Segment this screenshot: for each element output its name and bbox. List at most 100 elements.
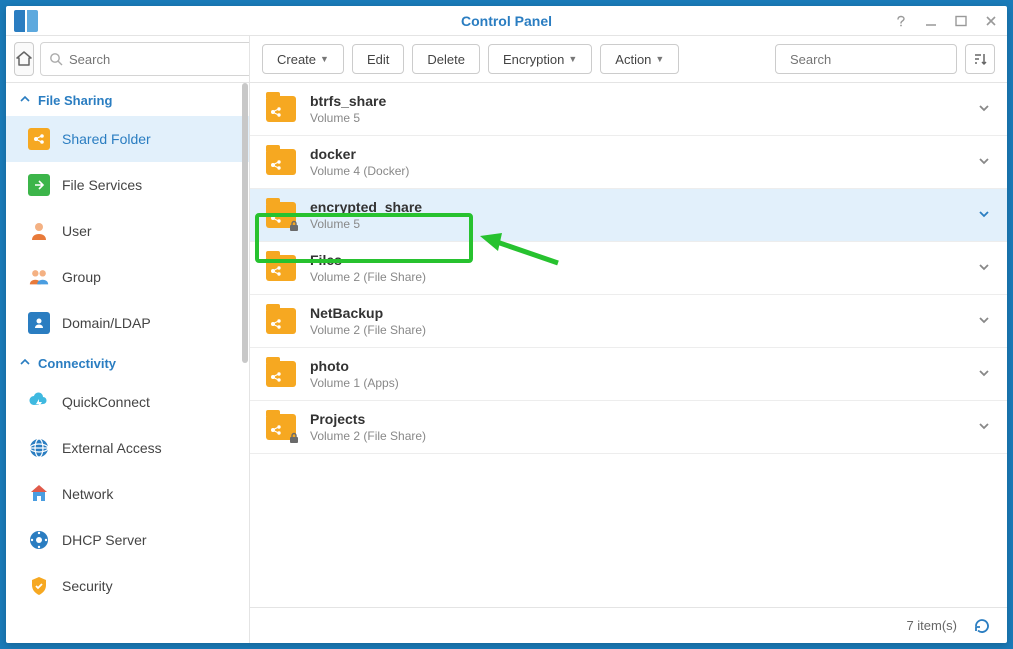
folder-volume: Volume 2 (File Share) bbox=[310, 270, 977, 284]
item-count: 7 item(s) bbox=[906, 618, 957, 633]
share-badge-icon bbox=[269, 423, 283, 437]
folder-name: docker bbox=[310, 146, 977, 162]
delete-button[interactable]: Delete bbox=[412, 44, 480, 74]
home-button[interactable] bbox=[14, 42, 34, 76]
chevron-down-icon[interactable] bbox=[977, 260, 991, 277]
edit-button[interactable]: Edit bbox=[352, 44, 404, 74]
share-badge-icon bbox=[269, 211, 283, 225]
share-badge-icon bbox=[269, 105, 283, 119]
chevron-down-icon[interactable] bbox=[977, 207, 991, 224]
domain-ldap-icon bbox=[28, 312, 50, 334]
home-icon bbox=[15, 50, 33, 68]
refresh-icon bbox=[973, 617, 991, 635]
folder-row[interactable]: docker Volume 4 (Docker) bbox=[250, 136, 1007, 189]
quickconnect-icon bbox=[28, 391, 50, 413]
user-icon bbox=[28, 220, 50, 242]
section-file-sharing[interactable]: File Sharing bbox=[6, 83, 249, 116]
maximize-icon[interactable] bbox=[953, 13, 969, 29]
sidebar-item-label: Group bbox=[62, 269, 101, 285]
sidebar-item-label: Domain/LDAP bbox=[62, 315, 151, 331]
folder-icon bbox=[266, 255, 296, 281]
folder-list: btrfs_shareVolume 5dockerVolume 4 (Docke… bbox=[250, 83, 1007, 607]
control-panel-window: Control Panel bbox=[6, 6, 1007, 643]
refresh-button[interactable] bbox=[971, 615, 993, 637]
filter-input[interactable] bbox=[790, 52, 966, 67]
folder-name: btrfs_share bbox=[310, 93, 977, 109]
chevron-down-icon[interactable] bbox=[977, 366, 991, 383]
chevron-down-icon[interactable] bbox=[977, 154, 991, 171]
external-access-icon bbox=[28, 437, 50, 459]
create-button[interactable]: Create▼ bbox=[262, 44, 344, 74]
sidebar-item-label: Network bbox=[62, 486, 113, 502]
sort-icon bbox=[972, 51, 988, 67]
sidebar-item-network[interactable]: Network bbox=[6, 471, 249, 517]
sidebar-search-input[interactable] bbox=[69, 52, 245, 67]
folder-row[interactable]: NetBackupVolume 2 (File Share) bbox=[250, 295, 1007, 348]
titlebar: Control Panel bbox=[6, 6, 1007, 36]
sidebar-item-shared-folder[interactable]: Shared Folder bbox=[6, 116, 249, 162]
share-badge-icon bbox=[269, 264, 283, 278]
chevron-up-icon bbox=[20, 94, 30, 107]
security-icon bbox=[28, 575, 50, 597]
sidebar-item-label: Shared Folder bbox=[62, 131, 151, 147]
sidebar-item-label: DHCP Server bbox=[62, 532, 147, 548]
sidebar-search[interactable] bbox=[40, 42, 250, 76]
share-badge-icon bbox=[269, 370, 283, 384]
chevron-down-icon[interactable] bbox=[977, 101, 991, 118]
caret-down-icon: ▼ bbox=[320, 54, 329, 64]
sort-button[interactable] bbox=[965, 44, 995, 74]
folder-volume: Volume 5 bbox=[310, 217, 977, 231]
dhcp-server-icon bbox=[28, 529, 50, 551]
file-services-icon bbox=[28, 174, 50, 196]
folder-icon bbox=[266, 96, 296, 122]
section-connectivity[interactable]: Connectivity bbox=[6, 346, 249, 379]
folder-volume: Volume 2 (File Share) bbox=[310, 323, 977, 337]
minimize-icon[interactable] bbox=[923, 13, 939, 29]
folder-row[interactable]: Files Volume 2 (File Share) bbox=[250, 242, 1007, 295]
sidebar-item-label: External Access bbox=[62, 440, 162, 456]
share-badge-icon bbox=[269, 158, 283, 172]
window-controls bbox=[893, 13, 999, 29]
app-icon bbox=[14, 10, 38, 32]
window-title: Control Panel bbox=[6, 13, 1007, 29]
caret-down-icon: ▼ bbox=[655, 54, 664, 64]
sidebar-item-domain-ldap[interactable]: Domain/LDAP bbox=[6, 300, 249, 346]
folder-volume: Volume 4 (Docker) bbox=[310, 164, 977, 178]
help-icon[interactable] bbox=[893, 13, 909, 29]
folder-icon bbox=[266, 202, 296, 228]
sidebar-item-group[interactable]: Group bbox=[6, 254, 249, 300]
sidebar-item-dhcp-server[interactable]: DHCP Server bbox=[6, 517, 249, 563]
folder-row[interactable]: encrypted_shareVolume 5 bbox=[250, 189, 1007, 242]
chevron-down-icon[interactable] bbox=[977, 419, 991, 436]
sidebar-item-label: QuickConnect bbox=[62, 394, 150, 410]
sidebar-item-file-services[interactable]: File Services bbox=[6, 162, 249, 208]
scrollbar-thumb[interactable] bbox=[242, 83, 248, 363]
lock-icon bbox=[288, 432, 300, 444]
chevron-down-icon[interactable] bbox=[977, 313, 991, 330]
share-badge-icon bbox=[269, 317, 283, 331]
folder-icon bbox=[266, 308, 296, 334]
sidebar-item-label: Security bbox=[62, 578, 113, 594]
folder-icon bbox=[266, 414, 296, 440]
lock-icon bbox=[288, 220, 300, 232]
action-button[interactable]: Action▼ bbox=[600, 44, 679, 74]
folder-row[interactable]: ProjectsVolume 2 (File Share) bbox=[250, 401, 1007, 454]
folder-row[interactable]: btrfs_shareVolume 5 bbox=[250, 83, 1007, 136]
sidebar-item-quickconnect[interactable]: QuickConnect bbox=[6, 379, 249, 425]
folder-volume: Volume 2 (File Share) bbox=[310, 429, 977, 443]
sidebar-item-user[interactable]: User bbox=[6, 208, 249, 254]
filter-search[interactable] bbox=[775, 44, 957, 74]
folder-name: Files bbox=[310, 252, 977, 268]
folder-row[interactable]: photo Volume 1 (Apps) bbox=[250, 348, 1007, 401]
encryption-button[interactable]: Encryption▼ bbox=[488, 44, 592, 74]
sidebar-item-external-access[interactable]: External Access bbox=[6, 425, 249, 471]
sidebar-item-security[interactable]: Security bbox=[6, 563, 249, 609]
close-icon[interactable] bbox=[983, 13, 999, 29]
chevron-up-icon bbox=[20, 357, 30, 370]
folder-icon bbox=[266, 149, 296, 175]
folder-volume: Volume 1 (Apps) bbox=[310, 376, 977, 390]
main-panel: Create▼ Edit Delete Encryption▼ Action▼ … bbox=[250, 36, 1007, 643]
folder-name: photo bbox=[310, 358, 977, 374]
status-bar: 7 item(s) bbox=[250, 607, 1007, 643]
search-icon bbox=[49, 52, 63, 66]
